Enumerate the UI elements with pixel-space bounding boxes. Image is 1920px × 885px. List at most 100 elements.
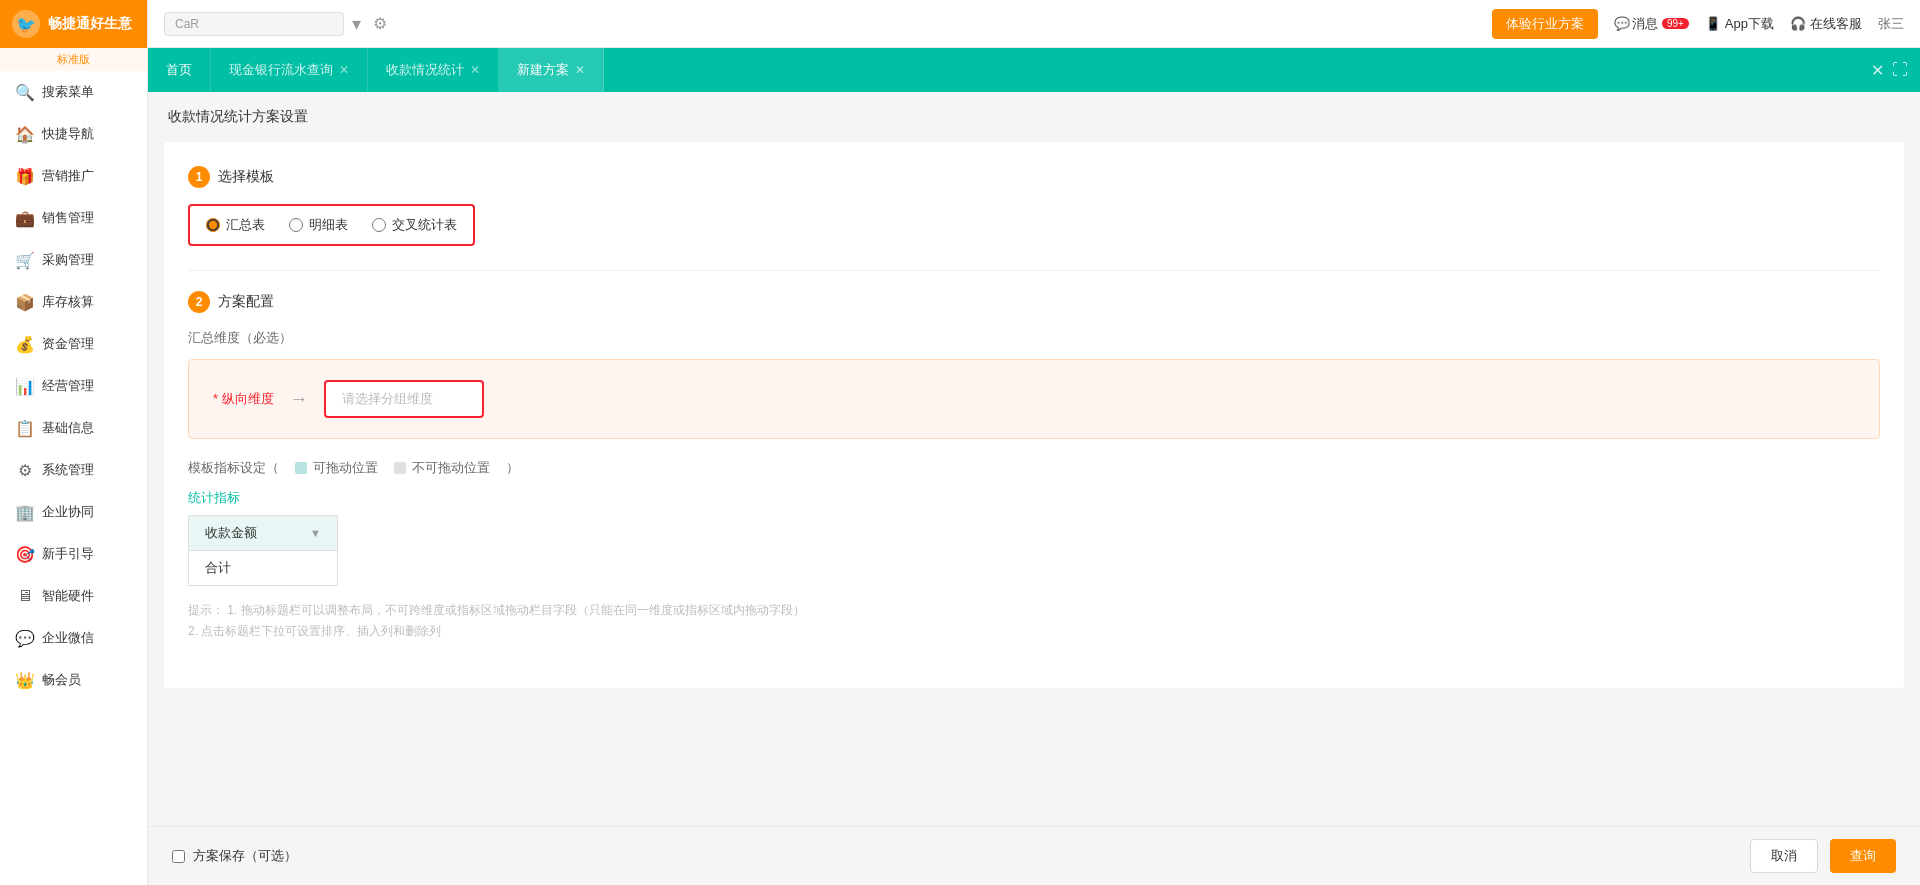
dimension-section-label: 汇总维度（必选） (188, 329, 1880, 347)
sidebar-item-enterprise[interactable]: 🏢 企业协同 (0, 491, 147, 533)
draggable-dot (295, 462, 307, 474)
sidebar-item-wechat[interactable]: 💬 企业微信 (0, 617, 147, 659)
app-logo: 🐦 畅捷通好生意 (0, 0, 147, 48)
main-content: ▾ ⚙ 体验行业方案 💬 消息 99+ 📱 App下载 🎧 在线客服 张三 首页 (148, 0, 1920, 885)
metrics-col-label: 收款金额 (205, 524, 257, 542)
section-config-header: 2 方案配置 (188, 291, 1880, 313)
sidebar-label-enterprise: 企业协同 (42, 503, 94, 521)
home-icon: 🏠 (16, 125, 34, 143)
sidebar-item-guide[interactable]: 🎯 新手引导 (0, 533, 147, 575)
trial-button[interactable]: 体验行业方案 (1492, 9, 1598, 39)
sidebar-item-basic-info[interactable]: 📋 基础信息 (0, 407, 147, 449)
sidebar-item-search-menu[interactable]: 🔍 搜索菜单 (0, 71, 147, 113)
draggable-label: 可拖动位置 (313, 459, 378, 477)
sidebar-item-purchase[interactable]: 🛒 采购管理 (0, 239, 147, 281)
radio-detail[interactable]: 明细表 (289, 216, 348, 234)
sidebar-item-hardware[interactable]: 🖥 智能硬件 (0, 575, 147, 617)
sidebar-item-sales[interactable]: 💼 销售管理 (0, 197, 147, 239)
dimension-area: * 纵向维度 → 请选择分组维度 (188, 359, 1880, 439)
sidebar-label-guide: 新手引导 (42, 545, 94, 563)
section-num-2: 2 (188, 291, 210, 313)
tab-bank-flow[interactable]: 现金银行流水查询 ✕ (211, 48, 368, 92)
sidebar-label-finance: 资金管理 (42, 335, 94, 353)
sidebar-item-marketing[interactable]: 🎁 营销推广 (0, 155, 147, 197)
fixed-label: 不可拖动位置 (412, 459, 490, 477)
chart-icon: 📊 (16, 377, 34, 395)
clipboard-icon: 📋 (16, 419, 34, 437)
sidebar-label-wechat: 企业微信 (42, 629, 94, 647)
tab-new-plan-close[interactable]: ✕ (575, 63, 585, 77)
sidebar: 🐦 畅捷通好生意 标准版 🔍 搜索菜单 🏠 快捷导航 🎁 营销推广 💼 销售管理… (0, 0, 148, 885)
tab-collection-stats[interactable]: 收款情况统计 ✕ (368, 48, 499, 92)
sidebar-item-system[interactable]: ⚙ 系统管理 (0, 449, 147, 491)
dimension-select[interactable]: 请选择分组维度 (324, 380, 484, 418)
tab-collection-stats-close[interactable]: ✕ (470, 63, 480, 77)
metrics-table-container: 统计指标 收款金额 ▼ 合计 (188, 489, 1880, 586)
topbar-right: 体验行业方案 💬 消息 99+ 📱 App下载 🎧 在线客服 张三 (1492, 9, 1904, 39)
edition-badge: 标准版 (0, 48, 147, 71)
monitor-icon: 🖥 (16, 587, 34, 605)
sidebar-item-inventory[interactable]: 📦 库存核算 (0, 281, 147, 323)
sidebar-item-member[interactable]: 👑 畅会员 (0, 659, 147, 701)
download-area[interactable]: 📱 App下载 (1705, 15, 1774, 33)
radio-summary-input[interactable] (206, 218, 220, 232)
cart-icon: 🛒 (16, 251, 34, 269)
expand-icon[interactable]: ⛶ (1892, 61, 1908, 79)
settings-icon[interactable]: ⚙ (373, 14, 387, 33)
nav-tabs-actions: ✕ ⛶ (1859, 48, 1920, 92)
metrics-dropdown-icon[interactable]: ▼ (310, 527, 321, 539)
sidebar-label-operation: 经营管理 (42, 377, 94, 395)
tab-collection-stats-label: 收款情况统计 (386, 61, 464, 79)
search-icon: 🔍 (16, 83, 34, 101)
search-input[interactable] (164, 12, 344, 36)
metrics-header-text: 模板指标设定（ (188, 459, 279, 477)
radio-cross-label: 交叉统计表 (392, 216, 457, 234)
tab-bank-flow-close[interactable]: ✕ (339, 63, 349, 77)
logo-icon: 🐦 (12, 10, 40, 38)
sidebar-label-marketing: 营销推广 (42, 167, 94, 185)
sidebar-item-quick-nav[interactable]: 🏠 快捷导航 (0, 113, 147, 155)
save-plan-checkbox[interactable] (172, 850, 185, 863)
download-label: App下载 (1725, 15, 1774, 33)
topbar: ▾ ⚙ 体验行业方案 💬 消息 99+ 📱 App下载 🎧 在线客服 张三 (148, 0, 1920, 48)
message-icon: 💬 (1614, 16, 1630, 31)
sidebar-label-basicinfo: 基础信息 (42, 419, 94, 437)
metrics-section: 模板指标设定（ 可拖动位置 不可拖动位置 ） (188, 459, 1880, 586)
sidebar-label-hardware: 智能硬件 (42, 587, 94, 605)
radio-detail-input[interactable] (289, 218, 303, 232)
crown-icon: 👑 (16, 671, 34, 689)
template-options-group: 汇总表 明细表 交叉统计表 (188, 204, 475, 246)
headset-icon: 🎧 (1790, 16, 1806, 31)
footer: 方案保存（可选） 取消 查询 (148, 826, 1920, 885)
vertical-dimension-label: * 纵向维度 (213, 390, 274, 408)
dimension-row: * 纵向维度 → 请选择分组维度 (213, 380, 1855, 418)
support-area[interactable]: 🎧 在线客服 (1790, 15, 1862, 33)
cancel-button[interactable]: 取消 (1750, 839, 1818, 873)
tip-2: 2. 点击标题栏下拉可设置排序、插入列和删除列 (188, 623, 1880, 640)
sidebar-label-quicknav: 快捷导航 (42, 125, 94, 143)
main-card: 1 选择模板 汇总表 明细表 (164, 142, 1904, 688)
metrics-col-header[interactable]: 收款金额 ▼ (189, 516, 337, 551)
tip-1: 提示： 1. 拖动标题栏可以调整布局，不可跨维度或指标区域拖动栏目字段（只能在同… (188, 602, 1880, 619)
section-template: 1 选择模板 汇总表 明细表 (188, 166, 1880, 246)
radio-cross[interactable]: 交叉统计表 (372, 216, 457, 234)
radio-cross-input[interactable] (372, 218, 386, 232)
close-tab-icon[interactable]: ✕ (1871, 61, 1884, 80)
section-config-title: 方案配置 (218, 293, 274, 311)
money-icon: 💰 (16, 335, 34, 353)
query-button[interactable]: 查询 (1830, 839, 1896, 873)
username: 张三 (1878, 15, 1904, 33)
tab-new-plan[interactable]: 新建方案 ✕ (499, 48, 604, 92)
sidebar-item-finance[interactable]: 💰 资金管理 (0, 323, 147, 365)
download-icon: 📱 (1705, 16, 1721, 31)
sidebar-item-operation[interactable]: 📊 经营管理 (0, 365, 147, 407)
tab-home[interactable]: 首页 (148, 48, 211, 92)
radio-summary[interactable]: 汇总表 (206, 216, 265, 234)
section-template-title: 选择模板 (218, 168, 274, 186)
search-dropdown-icon[interactable]: ▾ (352, 13, 361, 35)
sidebar-label-purchase: 采购管理 (42, 251, 94, 269)
fixed-dot (394, 462, 406, 474)
notification-area[interactable]: 💬 消息 99+ (1614, 15, 1689, 33)
topbar-left: ▾ ⚙ (164, 12, 387, 36)
page-title: 收款情况统计方案设置 (164, 108, 1904, 126)
